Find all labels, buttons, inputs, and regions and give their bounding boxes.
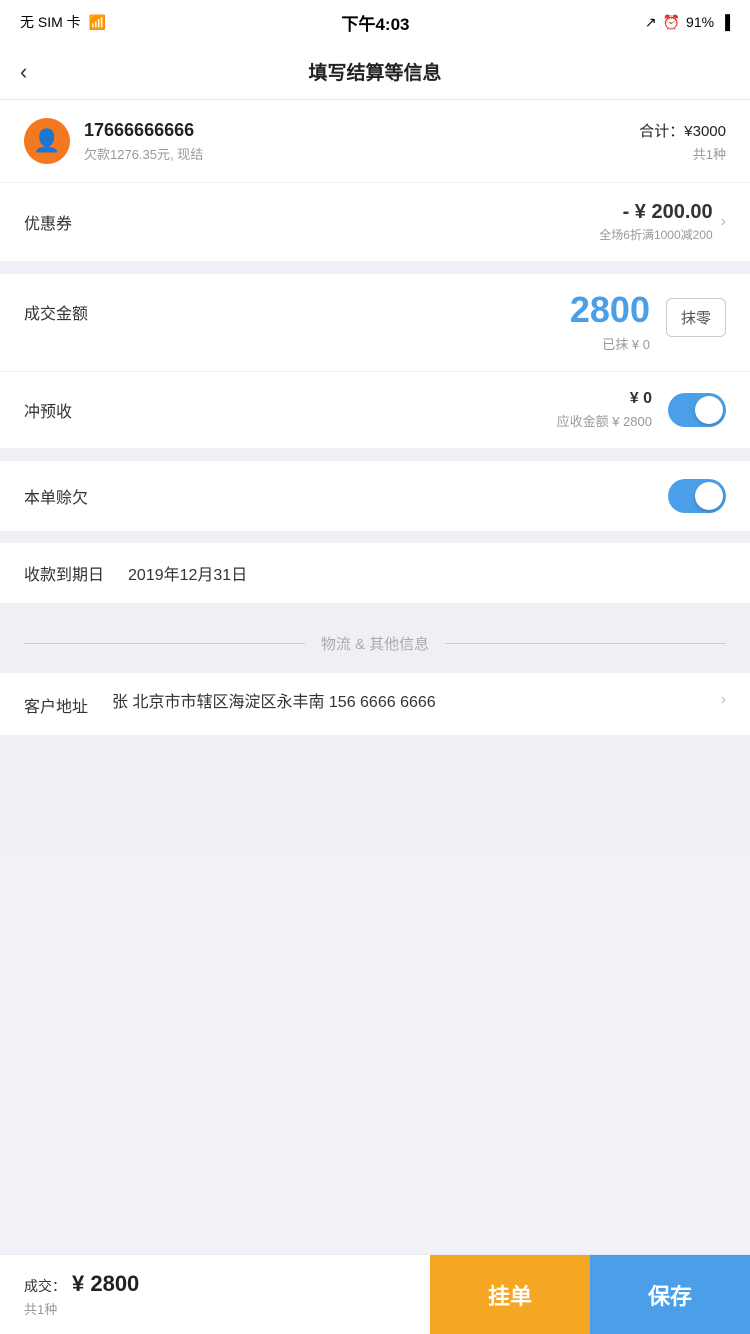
total-count: 共1种 (639, 144, 726, 163)
round-button[interactable]: 抹零 (666, 298, 726, 337)
customer-phone: 17666666666 (84, 120, 203, 141)
deal-card: 成交金额 2800 已抹 ¥ 0 抹零 冲预收 ¥ 0 应收金额 ¥ 2800 (0, 274, 750, 449)
section-gap-2 (0, 449, 750, 461)
section-gap-3 (0, 531, 750, 543)
address-row[interactable]: 客户地址 张 北京市市辖区海淀区永丰南 156 6666 6666 › (0, 672, 750, 735)
status-right: ↗ ⏰ 91% ▐ (645, 14, 730, 31)
deal-amount-block: 2800 已抹 ¥ 0 (570, 292, 650, 353)
pending-button[interactable]: 挂单 (430, 1255, 590, 1334)
no-sim-text: 无 SIM 卡 (20, 12, 81, 32)
status-time: 下午4:03 (341, 10, 409, 35)
alarm-icon: ⏰ (663, 14, 680, 31)
address-chevron-icon: › (721, 691, 726, 709)
bottom-spacer (0, 735, 750, 855)
charge-amount-block: ¥ 0 应收金额 ¥ 2800 (557, 390, 652, 430)
charge-sub: 应收金额 ¥ 2800 (557, 411, 652, 430)
duedate-value: 2019年12月31日 (128, 561, 247, 585)
coupon-amount: - ¥ 200.00 (599, 201, 712, 224)
coupon-desc: 全场6折满1000减200 (599, 226, 712, 243)
footer-deal-label: 成交： (24, 1278, 66, 1294)
customer-card: 👤 17666666666 欠款1276.35元, 现结 合计：¥3000 共1… (0, 100, 750, 262)
duedate-label: 收款到期日 (24, 561, 104, 585)
logistics-title: 物流 & 其他信息 (321, 633, 429, 654)
footer-bar: 成交： ¥ 2800 共1种 挂单 保存 (0, 1254, 750, 1334)
location-icon: ↗ (645, 14, 657, 31)
toggle-thumb (695, 396, 723, 424)
debt-toggle[interactable] (668, 479, 726, 513)
charge-amount: ¥ 0 (557, 390, 652, 408)
charge-right: ¥ 0 应收金额 ¥ 2800 (557, 390, 726, 430)
customer-row: 👤 17666666666 欠款1276.35元, 现结 合计：¥3000 共1… (0, 100, 750, 183)
customer-left: 👤 17666666666 欠款1276.35元, 现结 (24, 118, 203, 164)
footer-summary: 成交： ¥ 2800 共1种 (0, 1271, 430, 1318)
deal-label: 成交金额 (24, 292, 88, 324)
coupon-chevron-icon: › (721, 213, 726, 231)
avatar-icon: 👤 (33, 128, 60, 154)
coupon-label: 优惠券 (24, 210, 72, 234)
save-button[interactable]: 保存 (590, 1255, 750, 1334)
nav-bar: ‹ 填写结算等信息 (0, 44, 750, 100)
charge-row: 冲预收 ¥ 0 应收金额 ¥ 2800 (0, 372, 750, 449)
avatar: 👤 (24, 118, 70, 164)
coupon-row[interactable]: 优惠券 - ¥ 200.00 全场6折满1000减200 › (0, 183, 750, 262)
content-area: 👤 17666666666 欠款1276.35元, 现结 合计：¥3000 共1… (0, 100, 750, 855)
status-left: 无 SIM 卡 📶 (20, 12, 106, 32)
address-value: 张 北京市市辖区海淀区永丰南 156 6666 6666 (112, 691, 705, 715)
charge-label: 冲预收 (24, 398, 72, 422)
customer-right: 合计：¥3000 共1种 (639, 120, 726, 163)
logistics-line-left (24, 643, 305, 644)
customer-sub: 欠款1276.35元, 现结 (84, 144, 203, 163)
battery-text: 91% (686, 14, 714, 30)
footer-deal-amount: ¥ 2800 (72, 1271, 139, 1296)
deal-right: 2800 已抹 ¥ 0 抹零 (570, 292, 726, 353)
deal-amount: 2800 (570, 292, 650, 328)
debt-toggle-thumb (695, 482, 723, 510)
status-bar: 无 SIM 卡 📶 下午4:03 ↗ ⏰ 91% ▐ (0, 0, 750, 44)
coupon-right: - ¥ 200.00 全场6折满1000减200 › (599, 201, 726, 243)
debt-label: 本单赊欠 (24, 484, 88, 508)
address-label: 客户地址 (24, 691, 96, 717)
total-label: 合计：¥3000 (639, 120, 726, 141)
duedate-row: 收款到期日 2019年12月31日 (0, 543, 750, 603)
footer-count: 共1种 (24, 1299, 406, 1318)
customer-info: 17666666666 欠款1276.35元, 现结 (84, 120, 203, 163)
footer-deal-row: 成交： ¥ 2800 (24, 1271, 406, 1297)
back-button[interactable]: ‹ (20, 59, 27, 85)
duedate-card: 收款到期日 2019年12月31日 (0, 543, 750, 603)
section-gap-4 (0, 603, 750, 615)
debt-card: 本单赊欠 (0, 461, 750, 531)
address-card: 客户地址 张 北京市市辖区海淀区永丰南 156 6666 6666 › (0, 672, 750, 735)
page-title: 填写结算等信息 (308, 58, 441, 85)
logistics-line-right (445, 643, 726, 644)
coupon-info: - ¥ 200.00 全场6折满1000减200 (599, 201, 712, 243)
deal-row: 成交金额 2800 已抹 ¥ 0 抹零 (0, 274, 750, 372)
battery-icon: ▐ (720, 14, 730, 30)
logistics-header: 物流 & 其他信息 (0, 615, 750, 672)
section-gap-1 (0, 262, 750, 274)
charge-toggle[interactable] (668, 393, 726, 427)
deal-sub: 已抹 ¥ 0 (570, 334, 650, 353)
wifi-icon: 📶 (89, 14, 106, 31)
debt-row: 本单赊欠 (0, 461, 750, 531)
